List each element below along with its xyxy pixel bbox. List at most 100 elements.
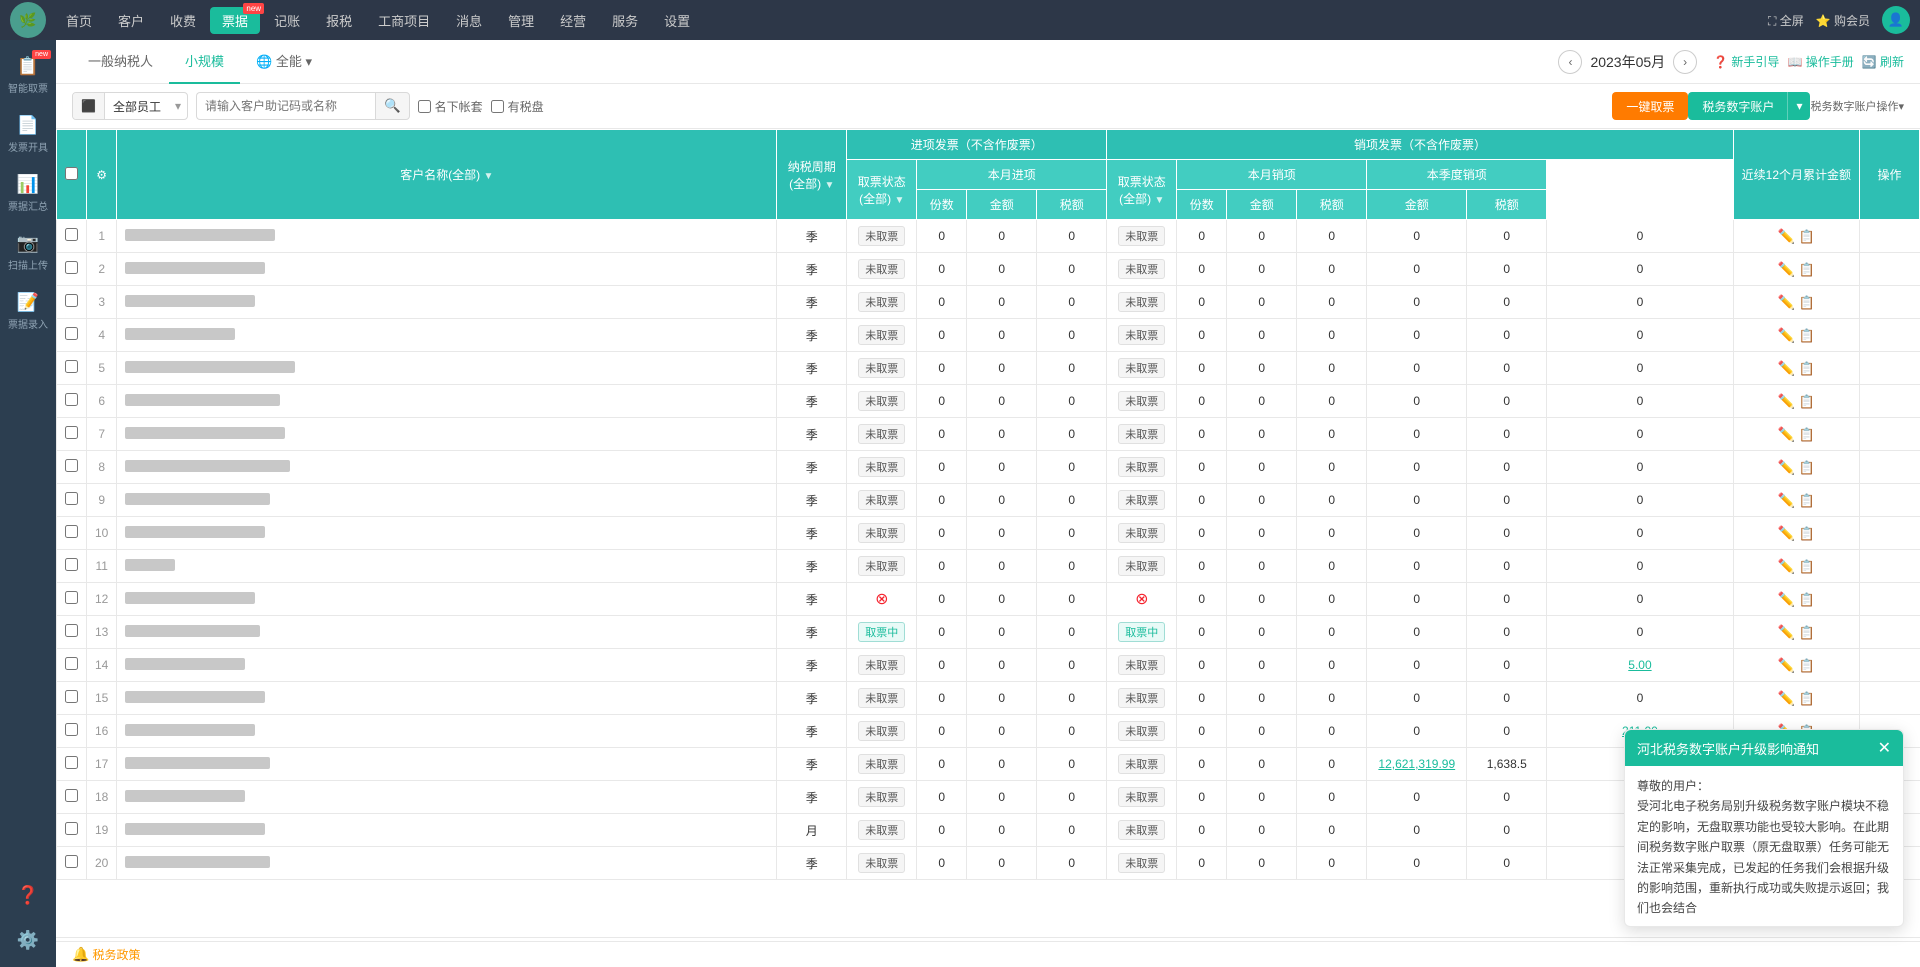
guide-link[interactable]: ❓ 新手引导 <box>1713 53 1779 70</box>
edit-btn-5[interactable]: ✏️ <box>1778 360 1795 376</box>
copy-btn-4[interactable]: 📋 <box>1799 328 1815 343</box>
edit-btn-13[interactable]: ✏️ <box>1778 624 1795 640</box>
row-checkbox-11[interactable] <box>65 558 78 571</box>
row-checkbox-3[interactable] <box>65 294 78 307</box>
one-click-fetch-btn[interactable]: 一键取票 <box>1612 92 1688 120</box>
sidebar-item-settings-bottom[interactable]: ⚙️ <box>3 922 53 959</box>
copy-btn-12[interactable]: 📋 <box>1799 592 1815 607</box>
edit-btn-4[interactable]: ✏️ <box>1778 327 1795 343</box>
row-checkbox-5[interactable] <box>65 360 78 373</box>
edit-btn-2[interactable]: ✏️ <box>1778 261 1795 277</box>
nav-manage[interactable]: 管理 <box>496 7 546 34</box>
copy-btn-5[interactable]: 📋 <box>1799 361 1815 376</box>
copy-btn-9[interactable]: 📋 <box>1799 493 1815 508</box>
cumulative-link-14[interactable]: 5.00 <box>1628 658 1651 672</box>
nav-invoice[interactable]: 票据new <box>210 7 260 34</box>
copy-btn-10[interactable]: 📋 <box>1799 526 1815 541</box>
edit-btn-6[interactable]: ✏️ <box>1778 393 1795 409</box>
row-checkbox-19[interactable] <box>65 822 78 835</box>
row-checkbox-18[interactable] <box>65 789 78 802</box>
taxpayer-cycle-filter-icon[interactable]: ▼ <box>824 180 834 191</box>
digital-ops-dropdown[interactable]: ▾ <box>1898 100 1904 113</box>
out-fetch-filter-icon[interactable]: ▼ <box>1154 195 1164 206</box>
row-checkbox-14[interactable] <box>65 657 78 670</box>
edit-btn-1[interactable]: ✏️ <box>1778 228 1795 244</box>
checkbox-subaccount[interactable]: 名下帐套 <box>418 98 483 115</box>
in-fetch-filter-icon[interactable]: ▼ <box>894 195 904 206</box>
edit-btn-9[interactable]: ✏️ <box>1778 492 1795 508</box>
refresh-link[interactable]: 🔄 刷新 <box>1862 53 1904 70</box>
date-next-btn[interactable]: › <box>1673 50 1697 74</box>
row-checkbox-6[interactable] <box>65 393 78 406</box>
nav-operation[interactable]: 经营 <box>548 7 598 34</box>
search-button[interactable]: 🔍 <box>375 92 410 120</box>
row-checkbox-15[interactable] <box>65 690 78 703</box>
tab-small-scale[interactable]: 小规模 <box>169 40 240 84</box>
policy-link[interactable]: 🔔 税务政策 <box>72 946 140 963</box>
edit-btn-15[interactable]: ✏️ <box>1778 690 1795 706</box>
row-checkbox-9[interactable] <box>65 492 78 505</box>
copy-btn-14[interactable]: 📋 <box>1799 658 1815 673</box>
copy-btn-1[interactable]: 📋 <box>1799 229 1815 244</box>
row-checkbox-13[interactable] <box>65 624 78 637</box>
edit-btn-11[interactable]: ✏️ <box>1778 558 1795 574</box>
copy-btn-3[interactable]: 📋 <box>1799 295 1815 310</box>
edit-btn-12[interactable]: ✏️ <box>1778 591 1795 607</box>
copy-btn-8[interactable]: 📋 <box>1799 460 1815 475</box>
row-checkbox-8[interactable] <box>65 459 78 472</box>
tab-general-taxpayer[interactable]: 一般纳税人 <box>72 40 169 84</box>
digital-account-btn[interactable]: 税务数字账户 <box>1688 92 1788 120</box>
cell-taxpayer: 季 <box>777 484 847 517</box>
row-checkbox-10[interactable] <box>65 525 78 538</box>
digital-account-dropdown-btn[interactable]: ▾ <box>1787 92 1810 120</box>
nav-customer[interactable]: 客户 <box>106 7 156 34</box>
select-all-checkbox[interactable] <box>65 167 78 180</box>
copy-btn-15[interactable]: 📋 <box>1799 691 1815 706</box>
nav-tax[interactable]: 报税 <box>314 7 364 34</box>
edit-btn-8[interactable]: ✏️ <box>1778 459 1795 475</box>
nav-service[interactable]: 服务 <box>600 7 650 34</box>
row-checkbox-1[interactable] <box>65 228 78 241</box>
edit-btn-7[interactable]: ✏️ <box>1778 426 1795 442</box>
nav-home[interactable]: 首页 <box>54 7 104 34</box>
client-name-filter-icon[interactable]: ▼ <box>484 171 494 182</box>
taxdisk-checkbox[interactable] <box>491 100 504 113</box>
sidebar-item-invoice-entry[interactable]: 📝 票据录入 <box>3 284 53 339</box>
manual-link[interactable]: 📖 操作手册 <box>1787 53 1853 70</box>
subaccount-checkbox[interactable] <box>418 100 431 113</box>
nav-fee[interactable]: 收费 <box>158 7 208 34</box>
member-btn[interactable]: ⭐ 购会员 <box>1816 12 1870 29</box>
row-checkbox-20[interactable] <box>65 855 78 868</box>
row-checkbox-4[interactable] <box>65 327 78 340</box>
employee-select[interactable]: ⬛ 全部员工 ▾ <box>72 92 188 120</box>
copy-btn-13[interactable]: 📋 <box>1799 625 1815 640</box>
checkbox-taxdisk[interactable]: 有税盘 <box>491 98 544 115</box>
nav-settings[interactable]: 设置 <box>652 7 702 34</box>
copy-btn-6[interactable]: 📋 <box>1799 394 1815 409</box>
nav-industry[interactable]: 工商项目 <box>366 7 442 34</box>
row-checkbox-7[interactable] <box>65 426 78 439</box>
sidebar-item-invoice-open[interactable]: 📄 发票开具 <box>3 107 53 162</box>
edit-btn-3[interactable]: ✏️ <box>1778 294 1795 310</box>
copy-btn-11[interactable]: 📋 <box>1799 559 1815 574</box>
user-avatar[interactable]: 👤 <box>1882 6 1910 34</box>
copy-btn-2[interactable]: 📋 <box>1799 262 1815 277</box>
row-checkbox-2[interactable] <box>65 261 78 274</box>
deduct-amount-link[interactable]: 12,621,319.99 <box>1378 757 1455 771</box>
fullscreen-btn[interactable]: ⛶ 全屏 <box>1768 12 1804 29</box>
edit-btn-10[interactable]: ✏️ <box>1778 525 1795 541</box>
sidebar-item-help[interactable]: ❓ <box>3 877 53 914</box>
search-input[interactable] <box>196 92 376 120</box>
sidebar-item-invoice-summary[interactable]: 📊 票据汇总 <box>3 166 53 221</box>
nav-bookkeeping[interactable]: 记账 <box>262 7 312 34</box>
nav-message[interactable]: 消息 <box>444 7 494 34</box>
row-checkbox-17[interactable] <box>65 756 78 769</box>
row-checkbox-16[interactable] <box>65 723 78 736</box>
edit-btn-14[interactable]: ✏️ <box>1778 657 1795 673</box>
tab-all-capable[interactable]: 🌐 全能 ▾ <box>240 40 328 84</box>
sidebar-item-scan-upload[interactable]: 📷 扫描上传 <box>3 225 53 280</box>
notification-close-btn[interactable]: ✕ <box>1878 738 1891 758</box>
row-checkbox-12[interactable] <box>65 591 78 604</box>
copy-btn-7[interactable]: 📋 <box>1799 427 1815 442</box>
date-prev-btn[interactable]: ‹ <box>1558 50 1582 74</box>
